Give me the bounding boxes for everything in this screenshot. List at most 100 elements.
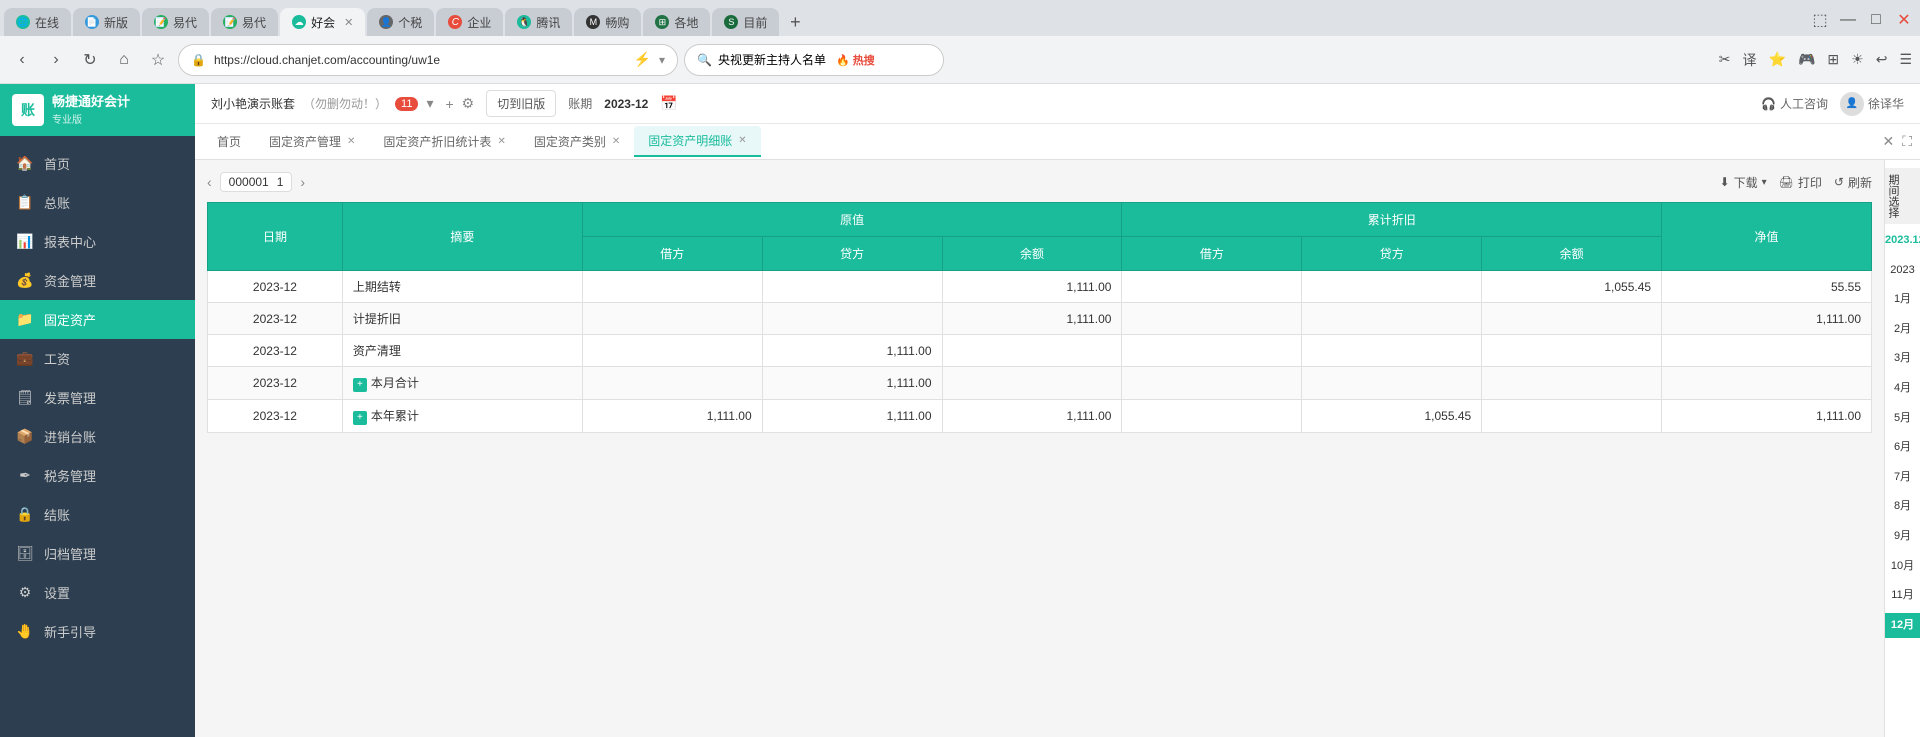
sidebar-item-funds[interactable]: 💰 资金管理: [0, 261, 195, 300]
tab-close-haohui[interactable]: ✕: [344, 16, 353, 29]
row4-dep-balance: [1482, 367, 1662, 400]
period-8[interactable]: 8月: [1885, 494, 1920, 520]
period-2023-year[interactable]: 2023: [1885, 258, 1920, 284]
expand-icon[interactable]: ⛶: [1902, 133, 1912, 150]
back-button[interactable]: ‹: [8, 46, 36, 74]
prev-page-arrow[interactable]: ‹: [207, 174, 212, 190]
sidebar-header: 账 畅捷通好会计 专业版: [0, 84, 195, 136]
period-4[interactable]: 4月: [1885, 376, 1920, 402]
page-nav: 000001 1: [220, 172, 293, 192]
refresh-button[interactable]: ↺ 刷新: [1834, 174, 1872, 191]
calendar-icon[interactable]: 📅: [660, 95, 677, 112]
settings-icon-header[interactable]: ⚙: [462, 95, 475, 112]
brightness-icon[interactable]: ☀: [1851, 51, 1864, 68]
sidebar-item-settings[interactable]: ⚙ 设置: [0, 573, 195, 612]
row2-net-value: 1,111.00: [1662, 303, 1872, 335]
notification-badge[interactable]: 11: [395, 97, 418, 111]
close-all-tabs-icon[interactable]: ✕: [1882, 133, 1894, 150]
period-2[interactable]: 2月: [1885, 317, 1920, 343]
home-button[interactable]: ⌂: [110, 46, 138, 74]
tab-asset-category[interactable]: 固定资产类别 ✕: [520, 127, 634, 156]
forward-button[interactable]: ›: [42, 46, 70, 74]
tab-depreciation-stats[interactable]: 固定资产折旧统计表 ✕: [369, 127, 519, 156]
search-text: 央视更新主持人名单: [718, 51, 826, 68]
tab-asset-detail-ledger[interactable]: 固定资产明细账 ✕: [634, 126, 760, 157]
new-tab-button[interactable]: +: [781, 8, 809, 36]
browser-tab-yidai2[interactable]: 📝 易代: [211, 8, 278, 36]
menu-icon[interactable]: ☰: [1899, 51, 1912, 68]
sidebar-item-guide[interactable]: 🤚 新手引导: [0, 612, 195, 651]
tab-close-fixed[interactable]: ✕: [347, 136, 355, 147]
print-button[interactable]: 🖨 打印: [1779, 174, 1822, 191]
row5-orig-balance: 1,111.00: [942, 400, 1122, 433]
browser-maximize[interactable]: □: [1864, 8, 1888, 32]
translate-icon[interactable]: 译: [1743, 50, 1757, 70]
gamepad-icon[interactable]: 🎮: [1798, 51, 1815, 68]
period-selector-label[interactable]: 期间选择: [1885, 168, 1920, 224]
sidebar-item-payroll[interactable]: 💼 工资: [0, 339, 195, 378]
next-page-arrow[interactable]: ›: [300, 174, 305, 190]
period-10[interactable]: 10月: [1885, 554, 1920, 580]
browser-tab-gedi[interactable]: ⊞ 各地: [643, 8, 710, 36]
download-button[interactable]: ⬇ 下载 ▾: [1720, 174, 1767, 191]
sidebar-item-fixed-assets[interactable]: 📁 固定资产: [0, 300, 195, 339]
download-arrow-icon[interactable]: ▾: [1762, 177, 1767, 188]
history-icon[interactable]: ↩: [1876, 51, 1888, 68]
bookmark-button[interactable]: ☆: [144, 46, 172, 74]
user-avatar: 👤: [1840, 92, 1864, 116]
period-12-active[interactable]: 12月: [1885, 613, 1920, 639]
period-6[interactable]: 6月: [1885, 435, 1920, 461]
tab-close-cat[interactable]: ✕: [612, 136, 620, 147]
sidebar-item-stock[interactable]: 📦 进销台账: [0, 417, 195, 456]
browser-tab-new[interactable]: 📄 新版: [73, 8, 140, 36]
tab-close-dep[interactable]: ✕: [497, 136, 505, 147]
period-5[interactable]: 5月: [1885, 406, 1920, 432]
browser-tab-enterprise[interactable]: C 企业: [436, 8, 503, 36]
period-3[interactable]: 3月: [1885, 346, 1920, 372]
reports-icon: 📊: [16, 233, 34, 251]
sidebar-item-ledger[interactable]: 📋 总账: [0, 183, 195, 222]
scissors-icon[interactable]: ✂: [1719, 51, 1731, 68]
star-icon[interactable]: ⭐: [1769, 51, 1786, 68]
period-11[interactable]: 11月: [1885, 583, 1920, 609]
browser-tab-muqian[interactable]: S 目前: [712, 8, 779, 36]
browser-tab-online[interactable]: 🌐 在线: [4, 8, 71, 36]
user-avatar-area[interactable]: 👤 徐译华: [1840, 92, 1904, 116]
lock-icon: 🔒: [191, 53, 206, 67]
tab-fixed-asset-management[interactable]: 固定资产管理 ✕: [255, 127, 369, 156]
sidebar-item-reports[interactable]: 📊 报表中心: [0, 222, 195, 261]
table-row: 2023-12 +本月合计 1,111.00: [208, 367, 1872, 400]
switch-version-button[interactable]: 切到旧版: [486, 90, 556, 117]
browser-tab-tencent[interactable]: 🐧 腾讯: [505, 8, 572, 36]
refresh-button[interactable]: ↻: [76, 46, 104, 74]
search-box[interactable]: 🔍 央视更新主持人名单 🔥 热搜: [684, 44, 944, 76]
browser-tab-haohui[interactable]: ☁ 好会 ✕: [280, 8, 365, 36]
browser-tab-geshui[interactable]: 👤 个税: [367, 8, 434, 36]
sidebar-item-tax[interactable]: ✒ 税务管理: [0, 456, 195, 495]
browser-close[interactable]: ✕: [1892, 8, 1916, 32]
period-9[interactable]: 9月: [1885, 524, 1920, 550]
tab-close-detail[interactable]: ✕: [738, 135, 746, 146]
sidebar-item-archive[interactable]: 🗄 归档管理: [0, 534, 195, 573]
sidebar-item-home[interactable]: 🏠 首页: [0, 144, 195, 183]
table-row: 2023-12 上期结转 1,111.00 1,055.45 55.55: [208, 271, 1872, 303]
dropdown-arrow[interactable]: ▾: [426, 95, 433, 112]
period-2023-12-top[interactable]: 2023.12: [1885, 228, 1920, 254]
dropdown-arrow-icon[interactable]: ▾: [659, 53, 665, 67]
add-account-icon[interactable]: +: [445, 96, 453, 112]
browser-minimize[interactable]: —: [1836, 8, 1860, 32]
browser-tab-yidai1[interactable]: 📝 易代: [142, 8, 209, 36]
address-bar[interactable]: 🔒 https://cloud.chanjet.com/accounting/u…: [178, 44, 678, 76]
grid-icon[interactable]: ⊞: [1827, 51, 1839, 68]
browser-extensions[interactable]: ⬚: [1808, 8, 1832, 32]
main-content: 刘小艳演示账套 （勿删勿动！） 11 ▾ + ⚙ 切到旧版 账期 2023-12…: [195, 84, 1920, 737]
tab-home[interactable]: 首页: [203, 127, 255, 156]
period-7[interactable]: 7月: [1885, 465, 1920, 491]
browser-tab-chang[interactable]: M 畅购: [574, 8, 641, 36]
sidebar-item-closing[interactable]: 🔒 结账: [0, 495, 195, 534]
sidebar-item-invoice[interactable]: 🗒 发票管理: [0, 378, 195, 417]
service-button[interactable]: 🎧 人工咨询: [1761, 95, 1828, 112]
period-1[interactable]: 1月: [1885, 287, 1920, 313]
browser-nav: ‹ › ↻ ⌂ ☆ 🔒 https://cloud.chanjet.com/ac…: [0, 36, 1920, 84]
header-right: 🎧 人工咨询 👤 徐译华: [1761, 92, 1904, 116]
